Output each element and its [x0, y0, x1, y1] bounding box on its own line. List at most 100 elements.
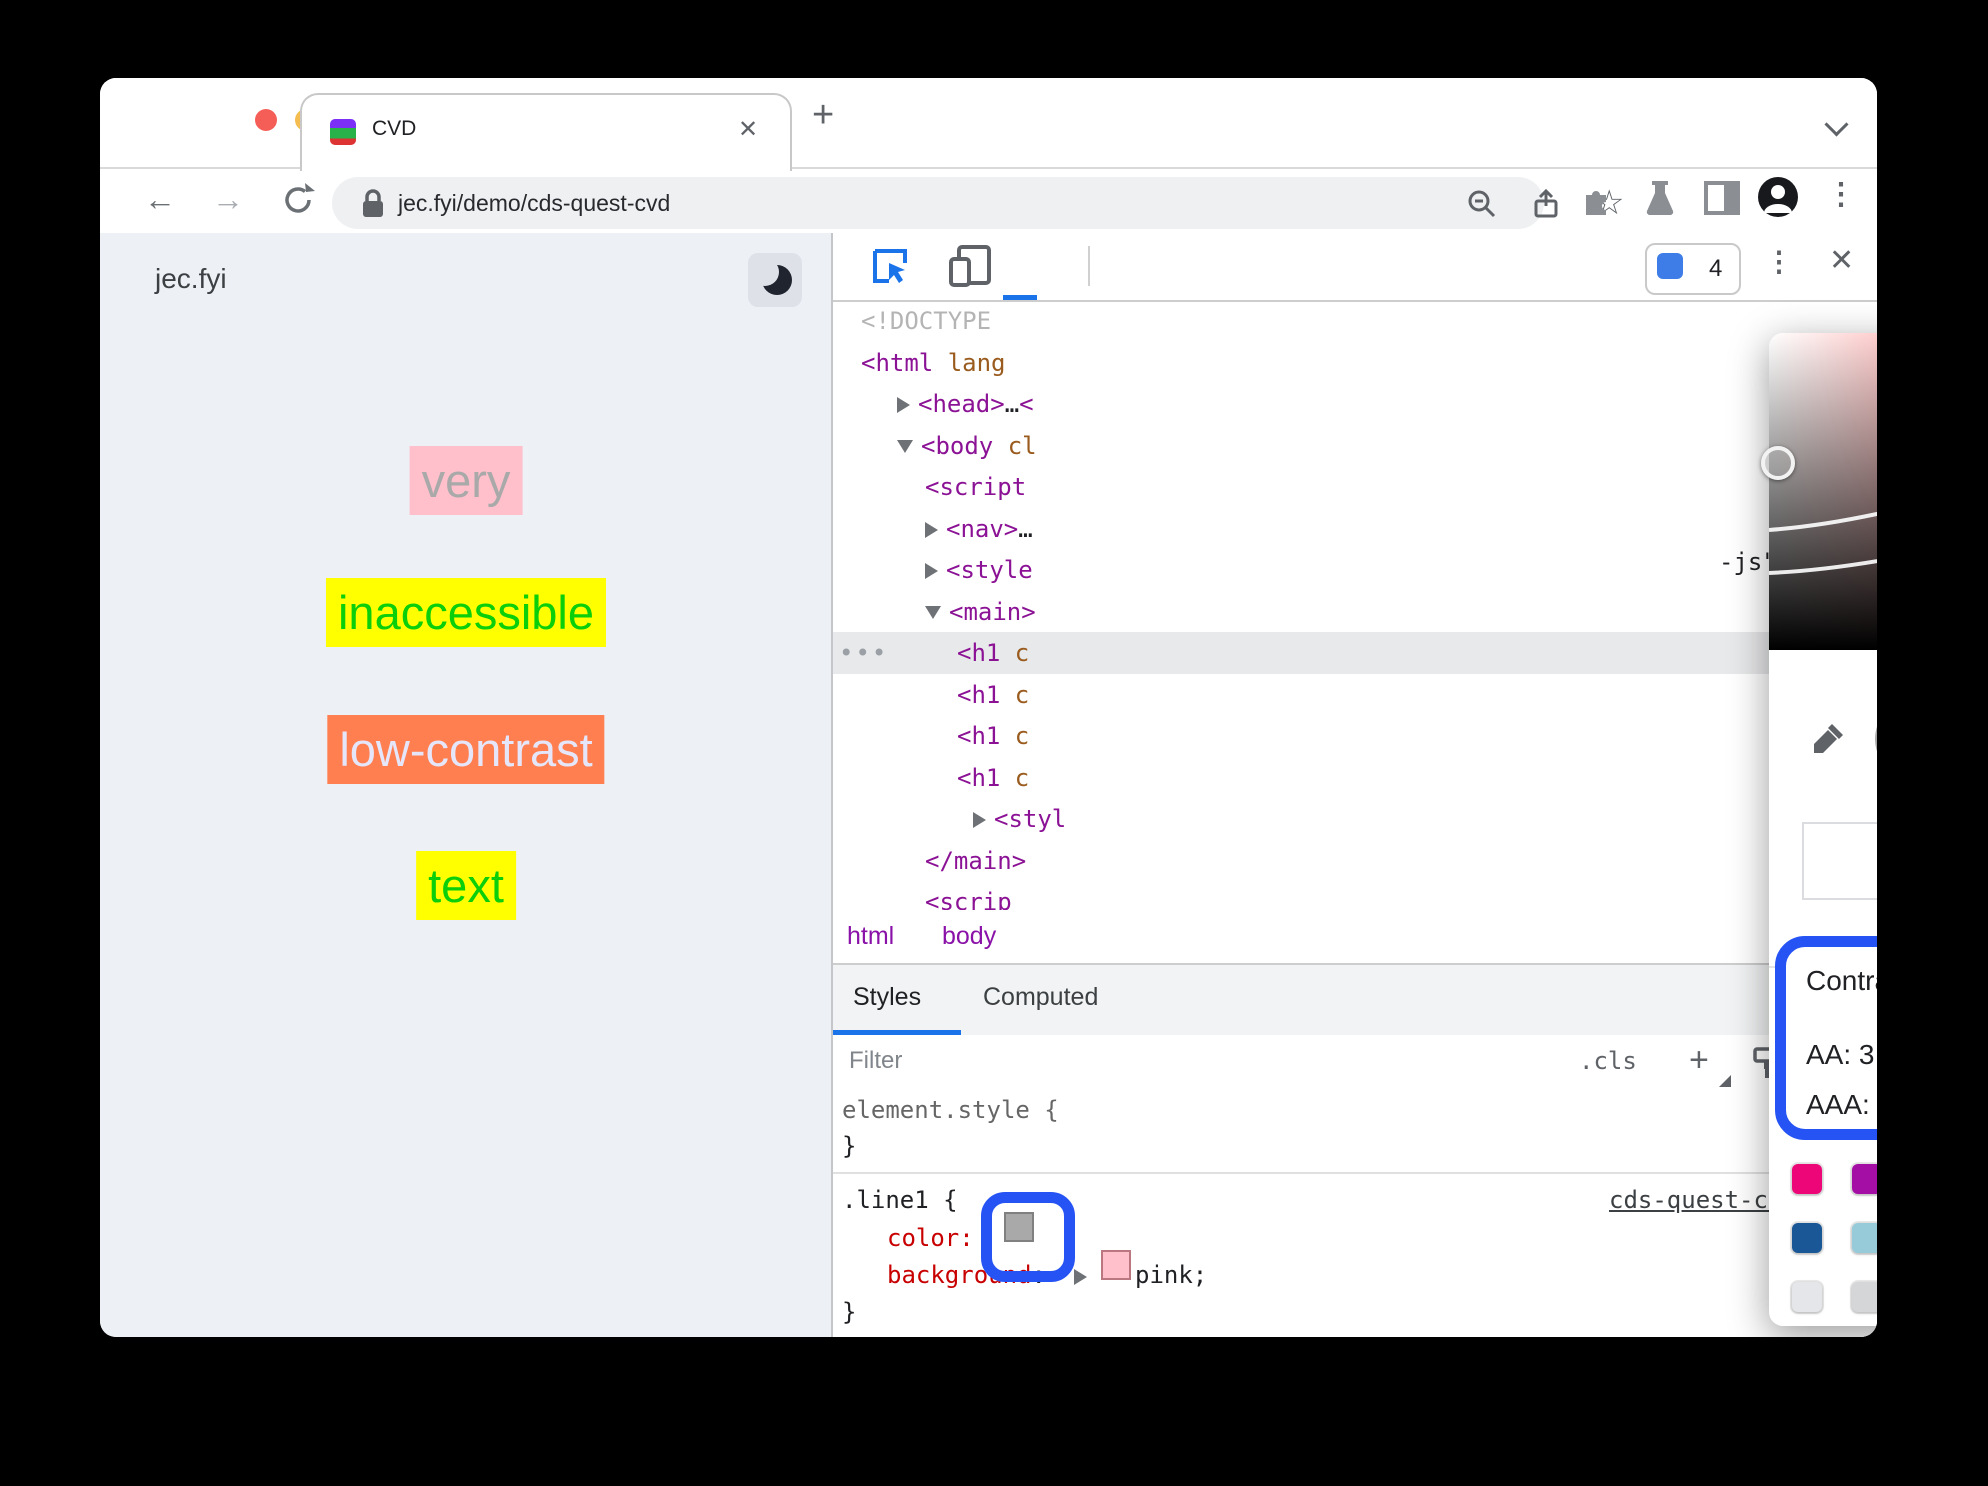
dom-tree-row[interactable]: <html lang	[833, 342, 1849, 384]
new-style-rule-button[interactable]: +	[1689, 1041, 1709, 1080]
filter-input[interactable]: Filter	[849, 1047, 902, 1075]
toolbar-separator	[1088, 246, 1090, 286]
aa-threshold: AA: 3.0	[1806, 1039, 1877, 1070]
dom-tree-row[interactable]: <h1 c	[833, 715, 1849, 757]
rendered-page: jec.fyi very inaccessible low-contrast t…	[100, 233, 833, 1337]
dom-tree-row[interactable]: ••• <h1 c	[833, 632, 1849, 674]
code-segment: <scrip	[925, 888, 1012, 910]
browser-tab[interactable]: CVD ✕	[300, 93, 792, 171]
profile-avatar[interactable]	[1758, 177, 1798, 217]
site-brand: jec.fyi	[155, 263, 227, 294]
issues-chip[interactable]: 4	[1645, 243, 1741, 295]
side-panel-icon[interactable]	[1704, 181, 1740, 215]
demo-heading-very: very	[409, 446, 523, 515]
palette-swatch[interactable]	[1852, 1223, 1877, 1253]
new-tab-button[interactable]: +	[812, 94, 834, 137]
browser-toolbar: ← → jec.fyi/demo/cds-quest-cvd ☆ ⋮	[100, 169, 1877, 235]
breadcrumb-html[interactable]: html	[847, 922, 894, 951]
dom-tree-row[interactable]: </main>	[833, 840, 1849, 882]
favicon-icon	[330, 119, 356, 145]
dom-tree-row[interactable]: <styl	[833, 798, 1849, 840]
code-segment: <style	[946, 556, 1033, 584]
dom-tree-row[interactable]: <script	[833, 466, 1849, 508]
color-property[interactable]: color:	[887, 1224, 974, 1252]
dark-mode-toggle[interactable]	[748, 253, 802, 307]
gradient-knob[interactable]	[1761, 446, 1795, 480]
eyedropper-icon[interactable]	[1805, 718, 1849, 762]
dom-tree-row[interactable]: <scrip	[833, 881, 1849, 910]
background-value-swatch[interactable]	[1101, 1250, 1131, 1280]
content-area: jec.fyi very inaccessible low-contrast t…	[100, 233, 1877, 1337]
color-palette	[1769, 1118, 1877, 1326]
inspect-element-icon[interactable]	[869, 245, 911, 287]
reload-button[interactable]	[278, 180, 318, 220]
lock-icon	[360, 189, 386, 219]
elements-tab-underline	[1003, 295, 1037, 300]
code-segment: <html	[861, 348, 934, 377]
palette-swatch[interactable]	[1852, 1164, 1877, 1194]
dom-tree-row[interactable]: <!DOCTYPE	[833, 300, 1849, 342]
tab-styles[interactable]: Styles	[853, 983, 921, 1012]
collapsed-arrow-icon[interactable]	[897, 397, 910, 413]
dom-tree-row[interactable]: <head>…<	[833, 383, 1849, 425]
demo-heading-text: text	[416, 851, 516, 920]
breadcrumb-body[interactable]: body	[942, 922, 996, 951]
dom-tree-row[interactable]: <h1 c	[833, 757, 1849, 799]
tab-computed[interactable]: Computed	[983, 983, 1098, 1012]
palette-swatch[interactable]	[1852, 1282, 1877, 1312]
collapsed-arrow-icon[interactable]	[925, 521, 938, 538]
palette-swatch[interactable]	[1792, 1164, 1822, 1194]
code-segment: <nav>	[946, 514, 1019, 543]
element-style-close-brace: }	[842, 1132, 857, 1160]
collapsed-arrow-icon[interactable]	[973, 812, 986, 828]
code-segment: <h1	[957, 722, 1001, 750]
dom-tree-row[interactable]: <style	[833, 549, 1849, 591]
swatch-highlight-ring	[981, 1192, 1075, 1282]
expanded-arrow-icon[interactable]	[925, 606, 941, 619]
rule-close-brace: }	[842, 1298, 857, 1326]
dom-tree-row[interactable]: <h1 c	[833, 674, 1849, 716]
zoom-icon[interactable]	[1466, 188, 1498, 220]
dom-tree-row[interactable]: <main>	[833, 591, 1849, 633]
code-segment: lang	[933, 348, 1006, 377]
code-segment: c	[1000, 722, 1030, 750]
background-value[interactable]: pink;	[1135, 1261, 1207, 1289]
collapsed-arrow-icon[interactable]	[925, 563, 938, 579]
saturation-value-gradient[interactable]	[1761, 333, 1877, 650]
toggle-cls-button[interactable]: .cls	[1579, 1047, 1637, 1075]
tab-search-chevron-icon[interactable]	[1824, 112, 1849, 137]
aaa-threshold: AAA: 4.5	[1806, 1089, 1870, 1120]
share-icon[interactable]	[1530, 188, 1562, 220]
browser-menu-icon[interactable]: ⋮	[1826, 177, 1856, 212]
rule-separator	[833, 1172, 1877, 1174]
element-style-rule[interactable]: element.style {	[842, 1096, 1059, 1124]
hex-input[interactable]: #a9a9a9	[1802, 822, 1877, 900]
rule-selector[interactable]: .line1 {	[842, 1186, 958, 1214]
extensions-puzzle-icon[interactable]	[1578, 181, 1614, 217]
palette-swatch[interactable]	[1792, 1282, 1822, 1312]
row-overflow-dots-icon[interactable]: •••	[839, 632, 888, 674]
expanded-arrow-icon[interactable]	[897, 440, 913, 453]
forward-button[interactable]: →	[212, 181, 244, 218]
devtools-menu-icon[interactable]: ⋮	[1765, 245, 1793, 278]
dom-tree-row[interactable]: <body cl	[833, 425, 1849, 467]
code-segment: </main>	[925, 846, 1027, 875]
styles-pane: element.style { } .line1 { cds-quest-cvd…	[833, 1088, 1877, 1337]
current-color-circle	[1875, 700, 1877, 778]
tab-close-icon[interactable]: ✕	[738, 115, 758, 144]
code-segment: c	[1000, 763, 1030, 792]
address-bar[interactable]: jec.fyi/demo/cds-quest-cvd ☆	[332, 177, 1624, 229]
breadcrumb: html body	[833, 910, 1877, 965]
moon-icon	[751, 258, 792, 295]
background-expand-icon[interactable]	[1074, 1269, 1087, 1285]
devtools-close-icon[interactable]: ✕	[1829, 243, 1854, 278]
device-toolbar-icon[interactable]	[947, 243, 993, 287]
palette-swatch[interactable]	[1792, 1223, 1822, 1253]
code-segment: …	[1018, 514, 1033, 543]
demo-heading-low-contrast: low-contrast	[327, 715, 605, 784]
beaker-icon[interactable]	[1642, 179, 1678, 219]
traffic-close-button[interactable]	[255, 109, 277, 131]
dom-tree-row[interactable]: <nav>…	[833, 508, 1849, 550]
code-segment: c	[1000, 680, 1030, 709]
back-button[interactable]: ←	[144, 181, 176, 218]
